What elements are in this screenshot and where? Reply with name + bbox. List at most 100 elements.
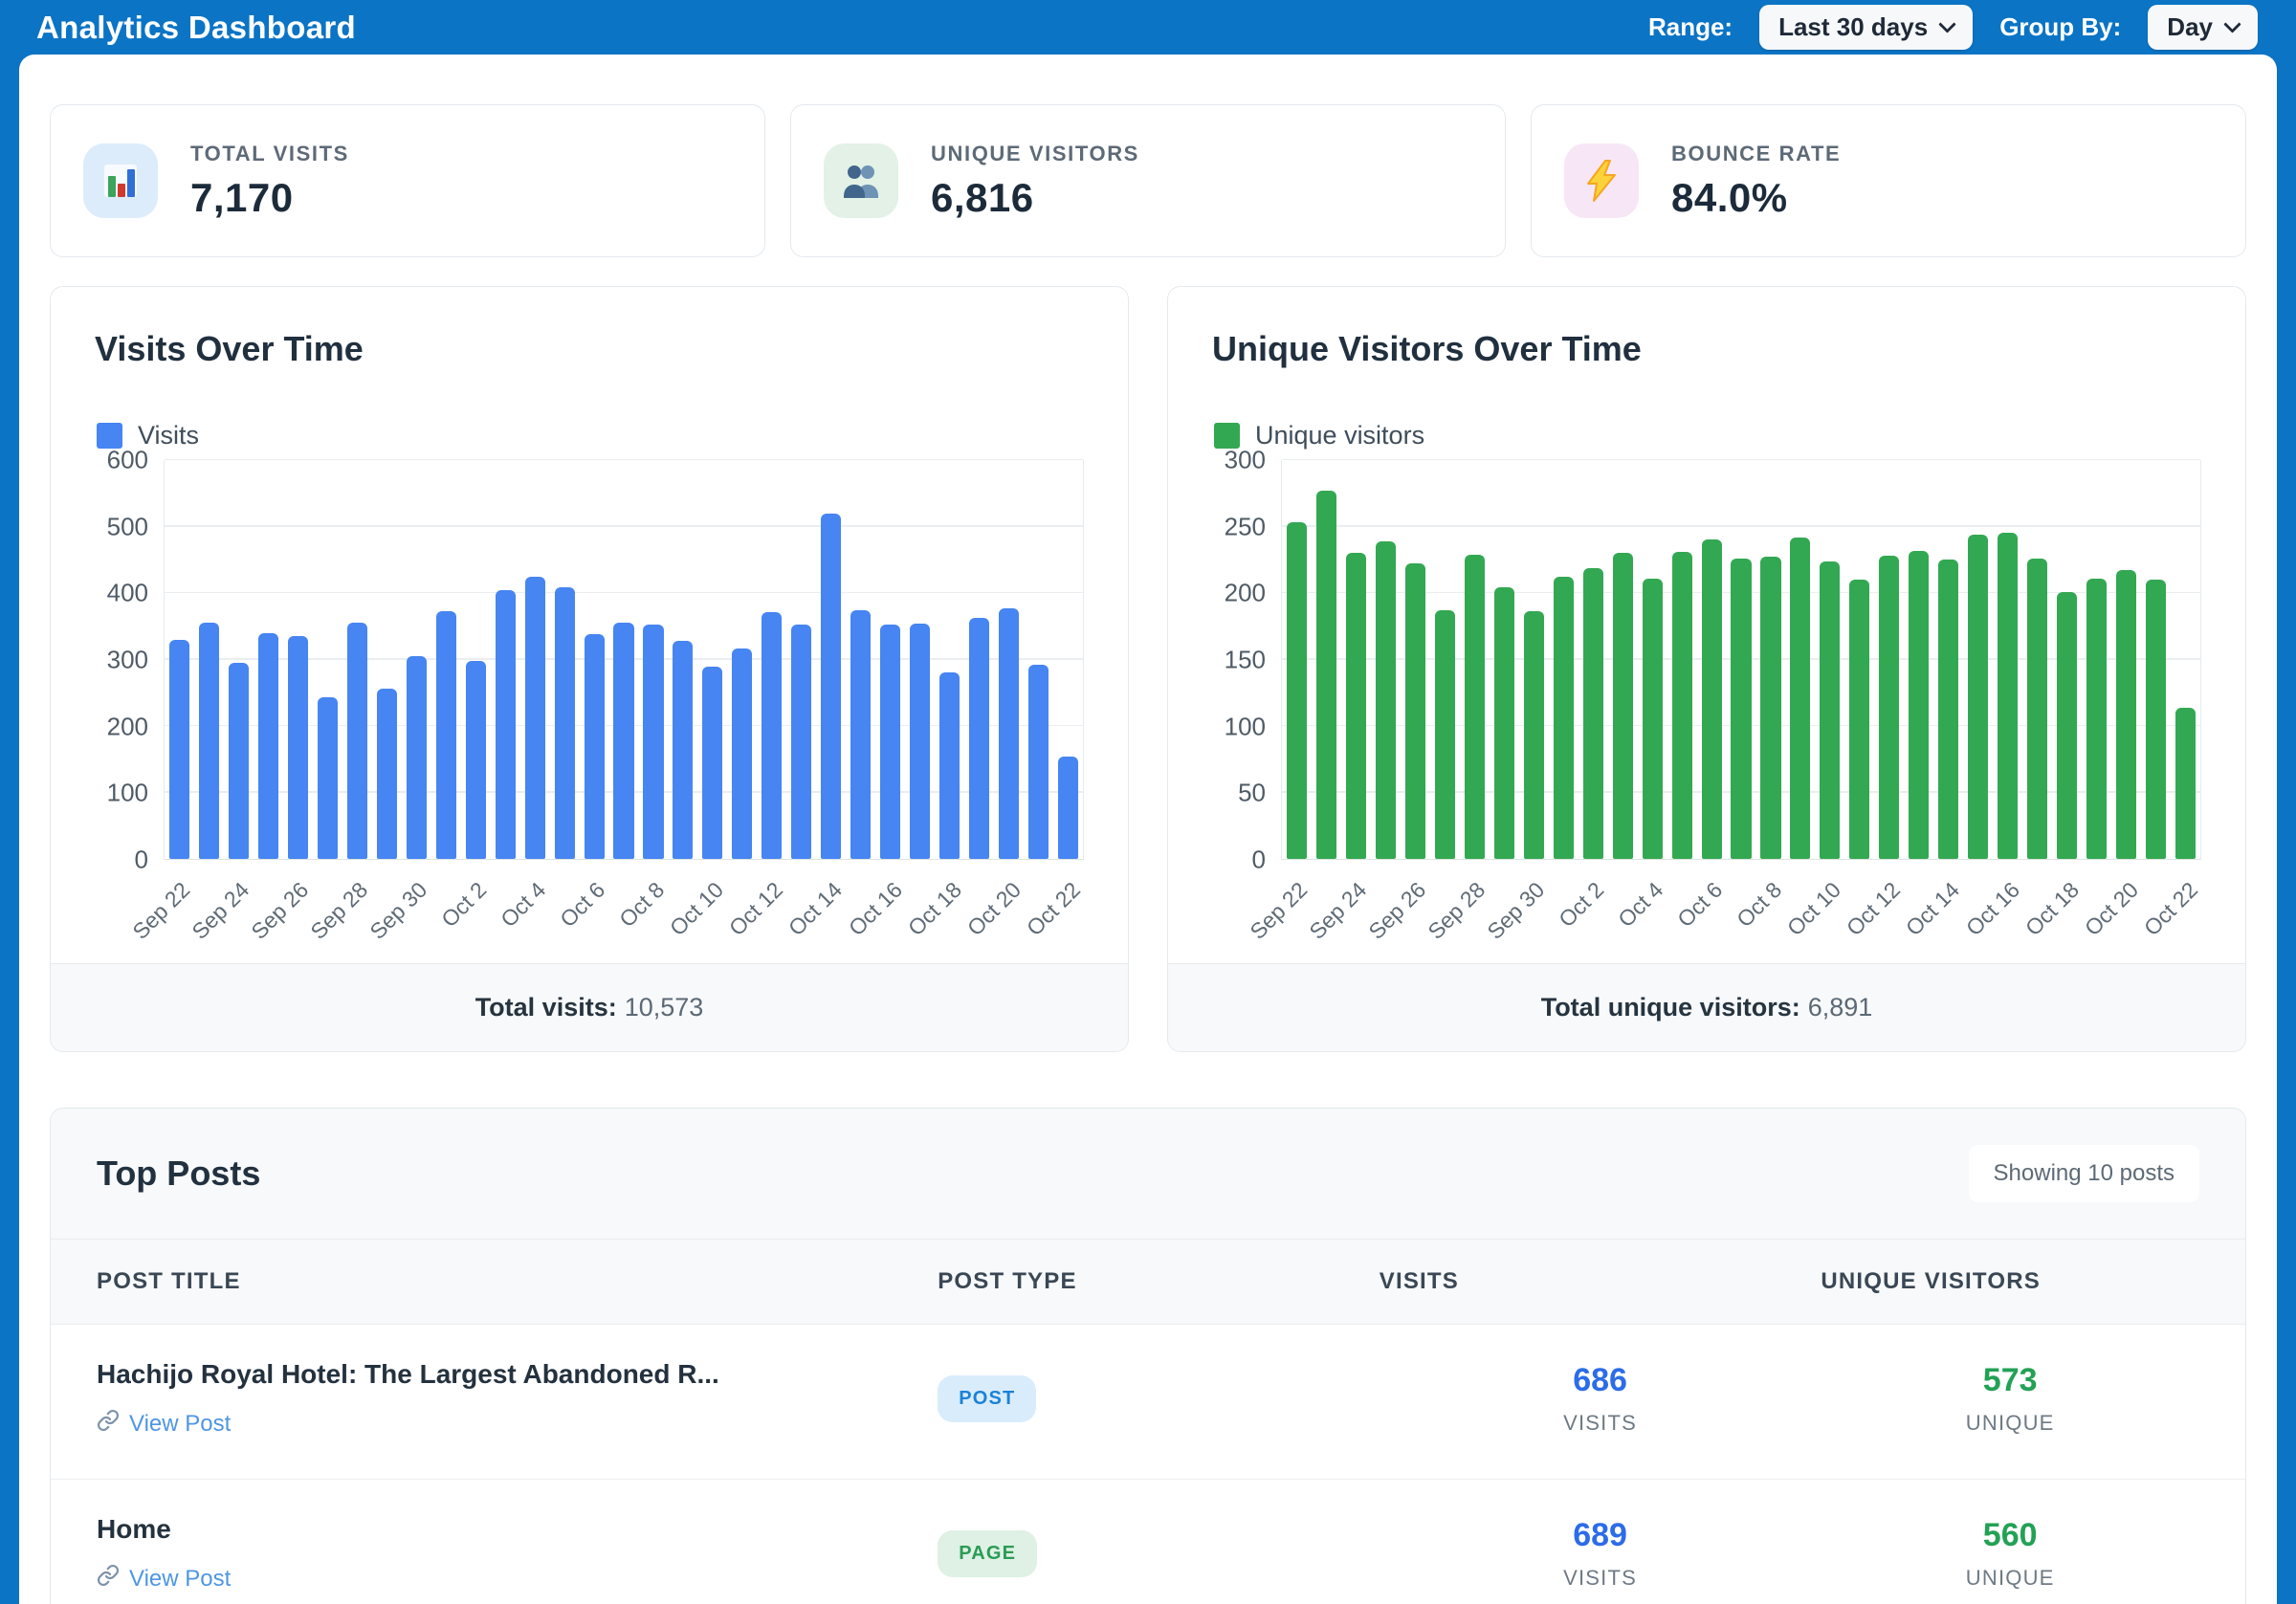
chart-footer: Total unique visitors:6,891 [1168, 963, 2245, 1051]
y-tick-label: 100 [1225, 712, 1266, 741]
x-tick-label: Oct 22 [2139, 877, 2203, 941]
bar-oct-12 [762, 612, 782, 859]
bar-oct-8 [1760, 557, 1780, 859]
bar-sep-30 [1524, 611, 1544, 859]
bar-sep-24 [229, 663, 249, 859]
stat-label: BOUNCE RATE [1671, 142, 1841, 166]
bar-oct-11 [1849, 580, 1869, 859]
x-tick-label: Oct 2 [436, 877, 492, 933]
bar-oct-4 [1643, 579, 1663, 859]
bars [165, 460, 1083, 859]
x-tick-label: Sep 24 [1304, 877, 1372, 945]
visits-value: 689 [1380, 1517, 1821, 1554]
bar-oct-20 [999, 608, 1019, 859]
bar-sep-24 [1346, 553, 1366, 859]
chevron-down-icon [2223, 15, 2241, 33]
bar-oct-9 [1790, 538, 1810, 859]
charts-row: Visits Over Time Visits 0100200300400500… [50, 286, 2246, 1052]
y-tick-label: 300 [1225, 446, 1266, 475]
y-tick-label: 400 [107, 579, 148, 608]
bar-oct-7 [1731, 559, 1751, 859]
table-row: Hachijo Royal Hotel: The Largest Abandon… [51, 1325, 2245, 1480]
stat-card-bounce-rate: BOUNCE RATE 84.0% [1531, 104, 2246, 257]
bar-oct-3 [496, 590, 516, 859]
range-select[interactable]: Last 30 days [1759, 5, 1973, 50]
bar-oct-15 [1968, 535, 1988, 859]
y-tick-label: 0 [1252, 846, 1266, 875]
bar-oct-22 [1058, 757, 1078, 859]
x-tick-label: Oct 6 [555, 877, 610, 933]
bar-oct-18 [939, 672, 960, 859]
bar-oct-14 [821, 514, 841, 859]
post-title: Home [97, 1514, 938, 1545]
stat-card-unique-visitors: UNIQUE VISITORS 6,816 [790, 104, 1506, 257]
x-tick-label: Oct 22 [1022, 877, 1086, 941]
lightning-icon [1564, 143, 1639, 218]
y-tick-label: 200 [107, 712, 148, 741]
bar-sep-28 [347, 623, 367, 859]
range-label: Range: [1648, 12, 1733, 42]
table-column-headers: POST TITLE POST TYPE VISITS UNIQUE VISIT… [51, 1239, 2245, 1325]
x-tick-label: Oct 4 [1613, 877, 1668, 933]
top-posts-title: Top Posts [97, 1154, 260, 1194]
bar-oct-20 [2116, 570, 2136, 859]
col-post-title: POST TITLE [97, 1268, 938, 1295]
group-by-select[interactable]: Day [2148, 5, 2258, 50]
table-body: Hachijo Royal Hotel: The Largest Abandon… [51, 1325, 2245, 1604]
visits-chart-card: Visits Over Time Visits 0100200300400500… [50, 286, 1129, 1052]
unique-label: UNIQUE [1821, 1411, 2199, 1436]
post-type-badge: PAGE [938, 1530, 1037, 1577]
chart-legend: Visits [97, 421, 1084, 450]
bar-chart-icon [83, 143, 158, 218]
legend-label: Unique visitors [1255, 421, 1424, 450]
bar-oct-1 [1554, 577, 1574, 859]
x-tick-label: Oct 2 [1554, 877, 1609, 933]
bar-sep-22 [169, 640, 189, 859]
bar-oct-5 [1672, 552, 1692, 859]
bar-oct-18 [2057, 592, 2077, 859]
bar-oct-3 [1613, 553, 1633, 859]
header-controls: Range: Last 30 days Group By: Day [1648, 5, 2258, 50]
y-tick-label: 0 [135, 846, 148, 875]
stat-label: UNIQUE VISITORS [931, 142, 1139, 166]
x-tick-label: Sep 26 [1363, 877, 1431, 945]
view-post-link[interactable]: View Post [97, 1564, 231, 1593]
x-tick-label: Oct 18 [902, 877, 966, 941]
x-tick-label: Sep 30 [364, 877, 432, 945]
plot-area [1281, 460, 2201, 860]
bar-sep-28 [1465, 555, 1485, 859]
y-tick-label: 300 [107, 646, 148, 675]
bar-oct-16 [1998, 533, 2018, 859]
chevron-down-icon [1938, 15, 1955, 33]
bar-sep-27 [318, 697, 338, 859]
bar-sep-29 [377, 689, 397, 859]
chart-footer-value: 6,891 [1808, 993, 1873, 1022]
group-by-label: Group By: [1999, 12, 2121, 42]
visits-label: VISITS [1380, 1566, 1821, 1591]
bar-sep-26 [288, 636, 308, 859]
unique-visitors-chart-card: Unique Visitors Over Time Unique visitor… [1167, 286, 2246, 1052]
bar-oct-2 [466, 661, 486, 859]
y-tick-label: 500 [107, 512, 148, 541]
bar-sep-29 [1494, 587, 1514, 859]
x-tick-label: Oct 4 [496, 877, 551, 933]
x-tick-label: Oct 20 [2079, 877, 2143, 941]
x-tick-label: Oct 10 [1782, 877, 1846, 941]
bar-oct-1 [436, 611, 456, 859]
bar-oct-19 [969, 618, 989, 859]
bar-oct-13 [791, 625, 811, 859]
bar-oct-4 [525, 577, 545, 859]
x-tick-label: Sep 22 [127, 877, 195, 945]
table-row: HomeView PostPAGE689VISITS560UNIQUE [51, 1480, 2245, 1604]
x-tick-label: Oct 12 [1842, 877, 1906, 941]
people-icon [824, 143, 898, 218]
x-tick-label: Oct 12 [724, 877, 788, 941]
stat-card-total-visits: TOTAL VISITS 7,170 [50, 104, 765, 257]
view-post-link[interactable]: View Post [97, 1409, 231, 1439]
x-tick-label: Oct 8 [614, 877, 670, 933]
visits-value: 686 [1380, 1362, 1821, 1399]
x-tick-label: Oct 18 [2020, 877, 2084, 941]
x-tick-label: Sep 30 [1482, 877, 1550, 945]
x-tick-label: Oct 6 [1672, 877, 1728, 933]
bar-oct-7 [613, 623, 633, 859]
